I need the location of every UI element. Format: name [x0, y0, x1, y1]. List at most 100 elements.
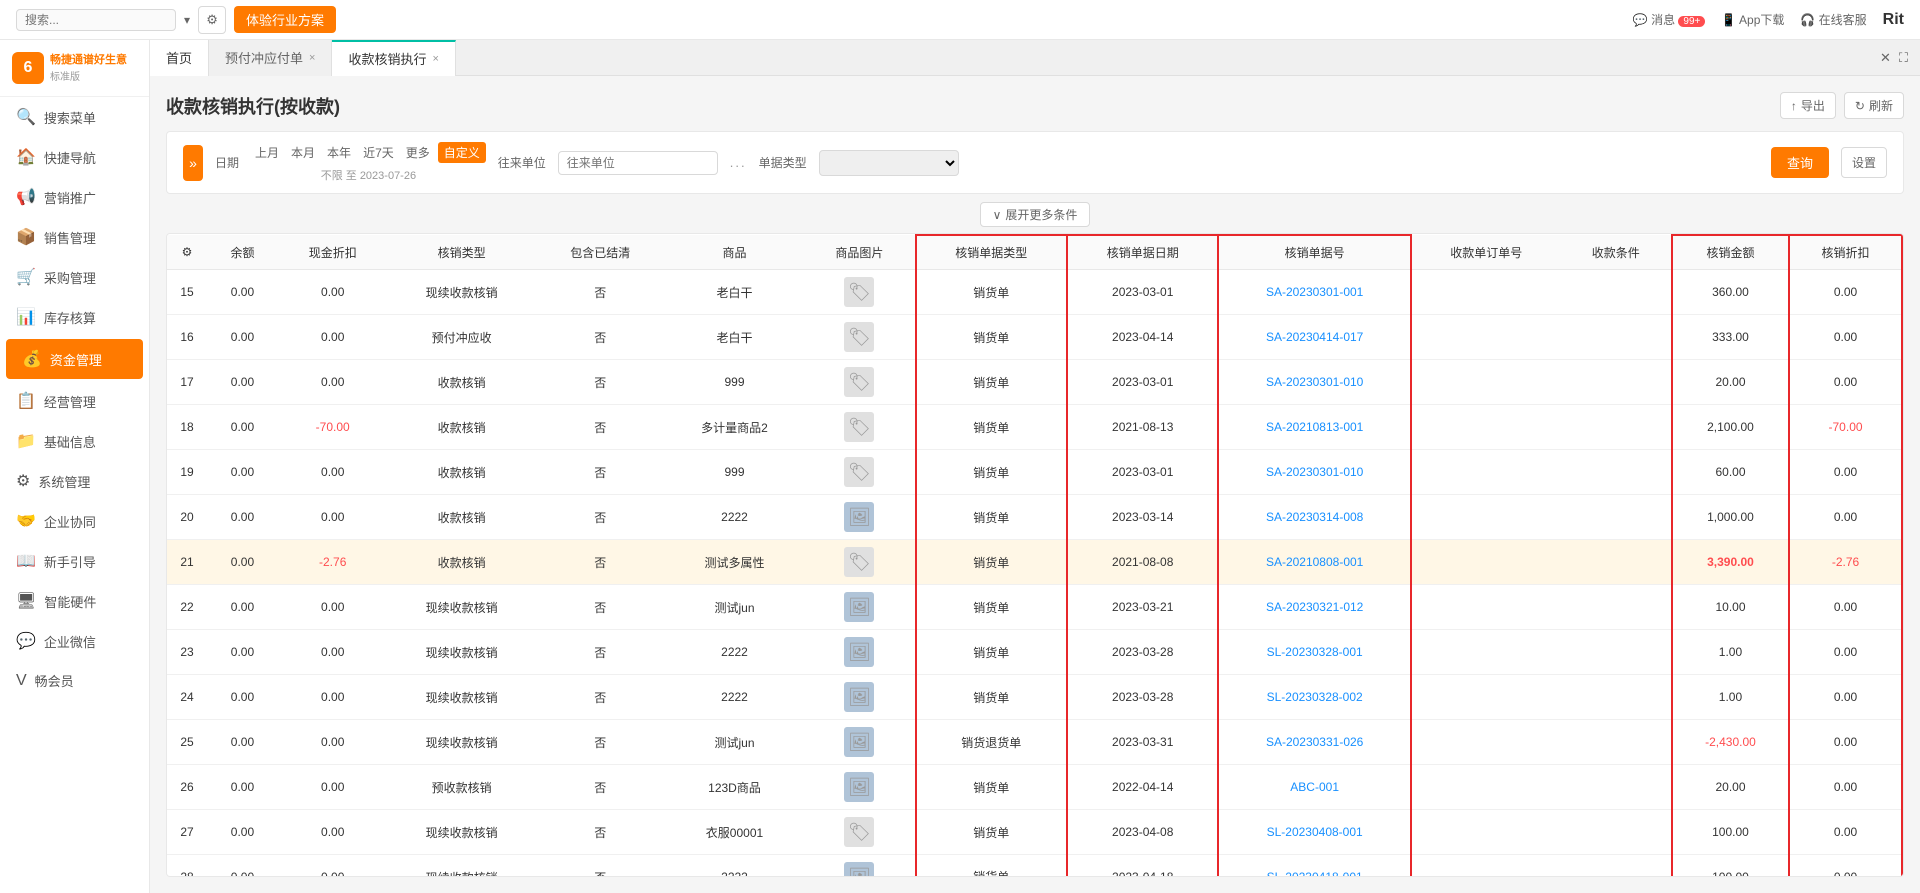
cell-amount: 1,000.00 — [1672, 495, 1789, 540]
partner-label: 往来单位 — [498, 154, 546, 171]
cell-voucher-type: 销货单 — [916, 765, 1067, 810]
sidebar-item-14[interactable]: V畅会员 — [0, 661, 149, 700]
cell-voucher-no: SL-20230408-001 — [1218, 810, 1410, 855]
cell-type: 收款核销 — [387, 405, 535, 450]
voucher-no-link[interactable]: SA-20230301-010 — [1266, 375, 1363, 389]
sidebar-item-8[interactable]: 📁基础信息 — [0, 421, 149, 461]
cell-settled: 否 — [536, 810, 665, 855]
sidebar-item-1[interactable]: 🏠快捷导航 — [0, 137, 149, 177]
cell-cash-discount: 0.00 — [278, 630, 388, 675]
settings-icon[interactable]: ⚙ — [198, 6, 226, 34]
cell-receipt-cond — [1561, 675, 1672, 720]
cell-voucher-date: 2023-03-31 — [1067, 720, 1218, 765]
sidebar-item-12[interactable]: 🖥智能硬件 — [0, 581, 149, 621]
search-input[interactable] — [16, 9, 176, 31]
voucher-no-link[interactable]: SL-20230328-002 — [1267, 690, 1363, 704]
cell-id: 24 — [167, 675, 207, 720]
voucher-no-link[interactable]: SA-20230301-010 — [1266, 465, 1363, 479]
table-row: 150.000.00现续收款核销否老白干🏷销货单2023-03-01SA-202… — [167, 270, 1902, 315]
sidebar-item-2[interactable]: 📢营销推广 — [0, 177, 149, 217]
trial-button[interactable]: 体验行业方案 — [234, 6, 336, 33]
col-voucher-date: 核销单据日期 — [1067, 235, 1218, 270]
cell-amount: 10.00 — [1672, 585, 1789, 630]
filter-expand-button[interactable]: » — [183, 145, 203, 181]
sidebar-item-10[interactable]: 🤝企业协同 — [0, 501, 149, 541]
sidebar-item-7[interactable]: 📋经营管理 — [0, 381, 149, 421]
dropdown-arrow[interactable]: ▾ — [184, 13, 190, 27]
settings-button[interactable]: 设置 — [1841, 147, 1887, 178]
sidebar-item-6[interactable]: 💰资金管理 — [6, 339, 143, 379]
cell-voucher-type: 销货单 — [916, 270, 1067, 315]
last-7-days-btn[interactable]: 近7天 — [359, 142, 398, 163]
cell-voucher-date: 2023-03-28 — [1067, 630, 1218, 675]
cell-amount: 100.00 — [1672, 855, 1789, 878]
expand-tab-icon[interactable]: ⛶ — [1899, 50, 1908, 66]
cell-discount: 0.00 — [1789, 855, 1902, 878]
refresh-button[interactable]: ↻ 刷新 — [1844, 92, 1904, 119]
cell-voucher-type: 销货单 — [916, 810, 1067, 855]
sidebar-item-9[interactable]: ⚙系统管理 — [0, 461, 149, 501]
voucher-no-link[interactable]: SA-20210813-001 — [1266, 420, 1363, 434]
partner-dots: ... — [730, 155, 747, 170]
tab-close-1[interactable]: × — [309, 52, 315, 64]
voucher-no-link[interactable]: SA-20230314-008 — [1266, 510, 1363, 524]
voucher-no-link[interactable]: SA-20230414-017 — [1266, 330, 1363, 344]
cell-type: 现续收款核销 — [387, 720, 535, 765]
voucher-no-link[interactable]: SL-20230328-001 — [1267, 645, 1363, 659]
voucher-no-link[interactable]: SA-20210808-001 — [1266, 555, 1363, 569]
cell-voucher-type: 销货退货单 — [916, 720, 1067, 765]
cell-voucher-date: 2023-03-01 — [1067, 450, 1218, 495]
col-settings[interactable]: ⚙ — [167, 235, 207, 270]
custom-date-btn[interactable]: 自定义 — [438, 142, 486, 163]
tab-0[interactable]: 首页 — [150, 40, 209, 76]
cell-settled: 否 — [536, 270, 665, 315]
sidebar-item-0[interactable]: 🔍搜索菜单 — [0, 97, 149, 137]
table-row: 160.000.00预付冲应收否老白干🏷销货单2023-04-14SA-2023… — [167, 315, 1902, 360]
tab-2[interactable]: 收款核销执行 × — [332, 40, 455, 76]
product-image: 🖼 — [844, 637, 874, 667]
cell-amount: 333.00 — [1672, 315, 1789, 360]
cell-discount: 0.00 — [1789, 630, 1902, 675]
sidebar-item-11[interactable]: 📖新手引导 — [0, 541, 149, 581]
online-service-btn[interactable]: 🎧 在线客服 — [1800, 11, 1866, 28]
expand-more-button[interactable]: ∨ 展开更多条件 — [980, 202, 1091, 227]
tab-1[interactable]: 预付冲应付单× — [209, 40, 332, 76]
sidebar-item-3[interactable]: 📦销售管理 — [0, 217, 149, 257]
query-button[interactable]: 查询 — [1771, 147, 1829, 178]
app-download-btn[interactable]: 📱 App下载 — [1721, 11, 1784, 28]
cell-id: 28 — [167, 855, 207, 878]
last-month-btn[interactable]: 上月 — [251, 142, 283, 163]
cell-voucher-no: SA-20210813-001 — [1218, 405, 1410, 450]
voucher-no-link[interactable]: SL-20230418-001 — [1267, 870, 1363, 877]
product-image: 🖼 — [844, 727, 874, 757]
cell-balance: 0.00 — [207, 675, 278, 720]
voucher-no-link[interactable]: SL-20230408-001 — [1267, 825, 1363, 839]
sidebar-item-5[interactable]: 📊库存核算 — [0, 297, 149, 337]
tab-actions: ✕ ⛶ — [1868, 50, 1920, 66]
voucher-no-link[interactable]: ABC-001 — [1290, 780, 1339, 794]
cell-voucher-no: ABC-001 — [1218, 765, 1410, 810]
cell-balance: 0.00 — [207, 855, 278, 878]
cell-voucher-no: SL-20230328-002 — [1218, 675, 1410, 720]
partner-input[interactable] — [558, 151, 718, 175]
cell-product-img: 🏷 — [804, 270, 915, 315]
messages-btn[interactable]: 💬 消息 99+ — [1633, 11, 1706, 28]
close-tab-icon[interactable]: ✕ — [1880, 50, 1891, 66]
voucher-type-select[interactable] — [819, 150, 959, 176]
this-year-btn[interactable]: 本年 — [323, 142, 355, 163]
voucher-no-link[interactable]: SA-20230301-001 — [1266, 285, 1363, 299]
main-layout: 6 畅捷通谱好生意 标准版 🔍搜索菜单🏠快捷导航📢营销推广📦销售管理🛒采购管理📊… — [0, 40, 1920, 893]
sidebar-item-13[interactable]: 💬企业微信 — [0, 621, 149, 661]
this-month-btn[interactable]: 本月 — [287, 142, 319, 163]
sidebar-item-4[interactable]: 🛒采购管理 — [0, 257, 149, 297]
cell-voucher-no: SA-20230301-001 — [1218, 270, 1410, 315]
tab-close-2[interactable]: × — [432, 53, 438, 65]
table-row: 230.000.00现续收款核销否2222🖼销货单2023-03-28SL-20… — [167, 630, 1902, 675]
sidebar-label-7: 经营管理 — [44, 392, 96, 411]
export-button[interactable]: ↑ 导出 — [1780, 92, 1836, 119]
tab-label-2: 收款核销执行 — [348, 49, 426, 68]
cell-product: 2222 — [665, 495, 805, 540]
more-date-btn[interactable]: 更多 — [402, 142, 434, 163]
voucher-no-link[interactable]: SA-20230331-026 — [1266, 735, 1363, 749]
voucher-no-link[interactable]: SA-20230321-012 — [1266, 600, 1363, 614]
